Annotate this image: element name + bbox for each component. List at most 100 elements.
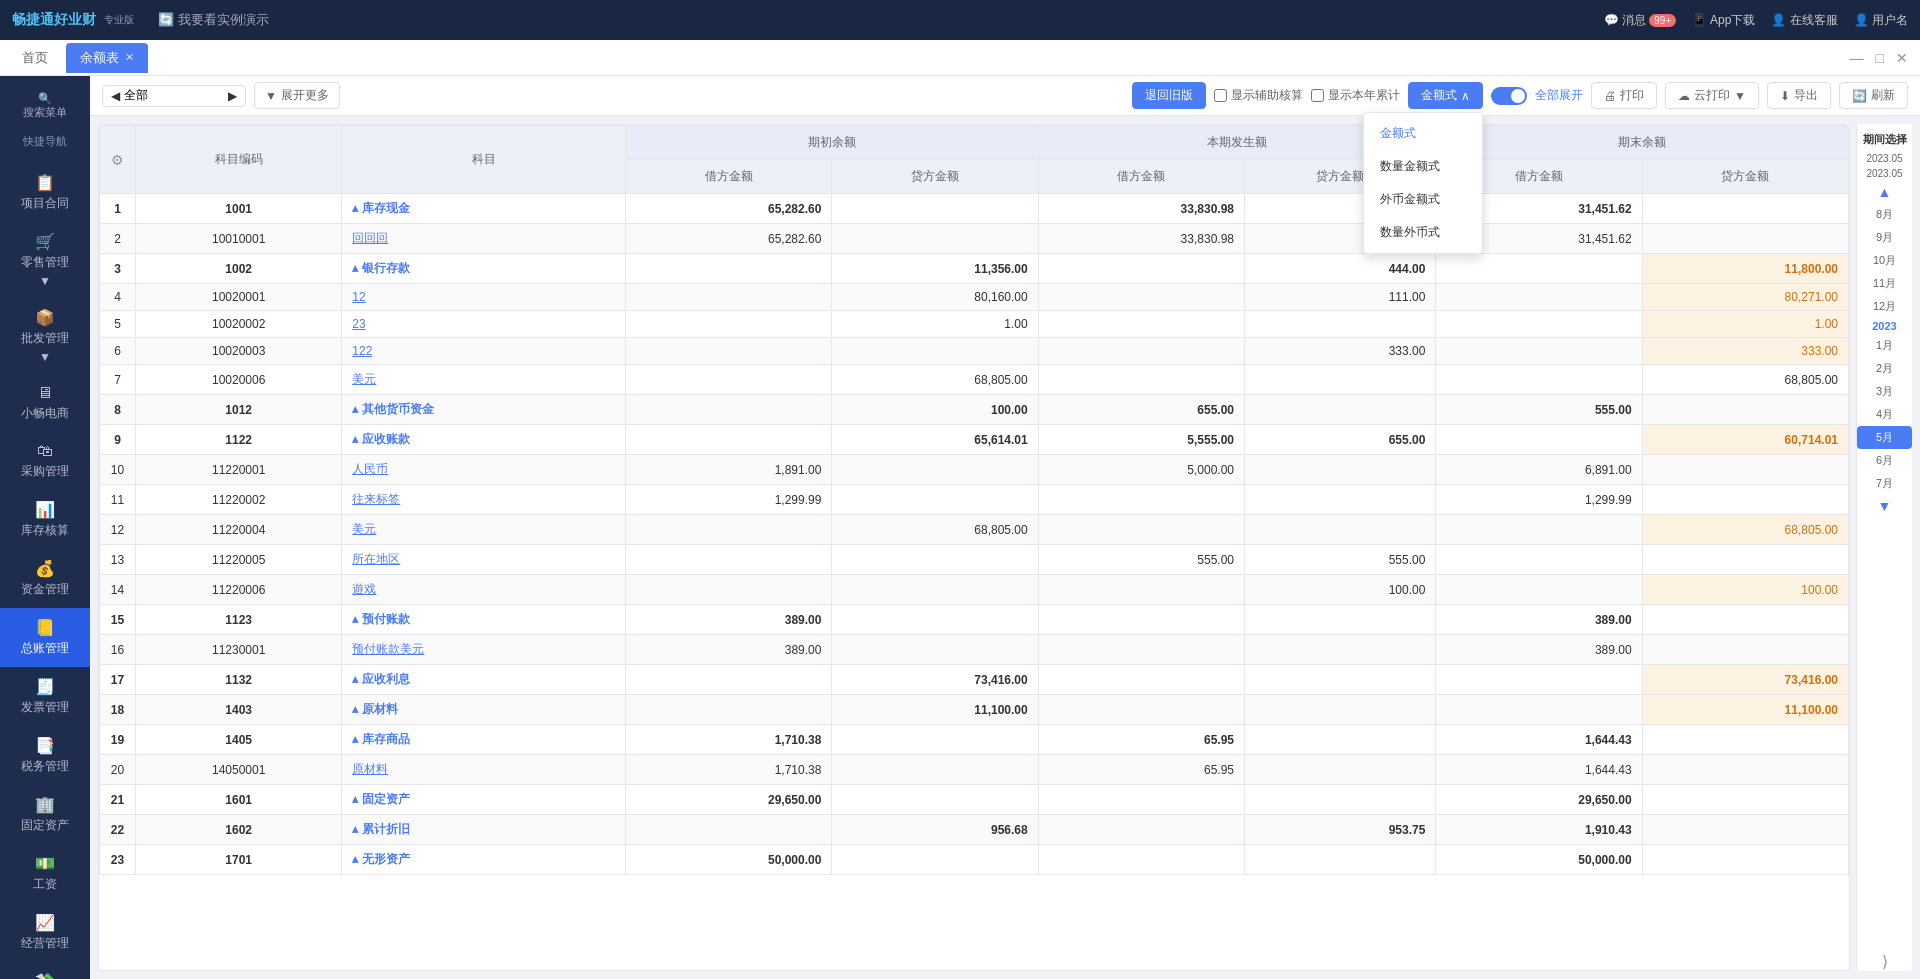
sidebar-item-ledger[interactable]: 📒总账管理 bbox=[0, 608, 90, 667]
period-up-arrow[interactable]: ▲ bbox=[1875, 181, 1895, 203]
td-name[interactable]: 美元 bbox=[342, 365, 626, 395]
period-down-arrow[interactable]: ▼ bbox=[1875, 495, 1895, 517]
settings-icon[interactable]: ⚙ bbox=[111, 152, 124, 168]
td-row-num: 5 bbox=[100, 311, 136, 338]
online-service-btn[interactable]: 👤 在线客服 bbox=[1771, 12, 1837, 29]
window-maximize-icon[interactable]: □ bbox=[1872, 50, 1888, 66]
sidebar-item-project[interactable]: 📋项目合同 bbox=[0, 163, 90, 222]
demo-text[interactable]: 🔄 我要看实例演示 bbox=[158, 11, 269, 29]
td-value bbox=[1642, 725, 1848, 755]
month-1[interactable]: 1月 bbox=[1857, 334, 1912, 357]
sidebar-quick-nav[interactable]: 快捷导航 bbox=[0, 128, 90, 155]
td-value bbox=[832, 485, 1038, 515]
td-name[interactable]: 12 bbox=[342, 284, 626, 311]
window-close-icon[interactable]: ✕ bbox=[1892, 50, 1912, 66]
td-name[interactable]: 美元 bbox=[342, 515, 626, 545]
show-ytd-checkbox[interactable]: 显示本年累计 bbox=[1311, 87, 1400, 104]
td-value: 1,299.99 bbox=[1436, 485, 1642, 515]
sidebar-item-operations[interactable]: 📈经营管理 bbox=[0, 903, 90, 962]
td-value: 1,891.00 bbox=[626, 455, 832, 485]
back-version-btn[interactable]: 退回旧版 bbox=[1132, 82, 1206, 109]
sidebar-item-ecommerce[interactable]: 🖥小畅电商 bbox=[0, 374, 90, 432]
th-code: 科目编码 bbox=[136, 126, 342, 194]
tab-close-icon[interactable]: ✕ bbox=[125, 51, 134, 64]
amount-type-btn[interactable]: 金额式 ∧ bbox=[1408, 82, 1483, 109]
search-input[interactable] bbox=[124, 89, 224, 103]
amount-type-option-1[interactable]: 数量金额式 bbox=[1364, 150, 1482, 183]
td-value: 1,644.43 bbox=[1436, 725, 1642, 755]
amount-type-option-3[interactable]: 数量外币式 bbox=[1364, 216, 1482, 249]
expand-all-toggle[interactable] bbox=[1491, 87, 1527, 105]
month-8[interactable]: 8月 bbox=[1857, 203, 1912, 226]
sidebar-item-salary[interactable]: 💵工资 bbox=[0, 844, 90, 903]
month-11[interactable]: 11月 bbox=[1857, 272, 1912, 295]
month-4[interactable]: 4月 bbox=[1857, 403, 1912, 426]
td-name[interactable]: 所在地区 bbox=[342, 545, 626, 575]
td-value bbox=[1038, 785, 1244, 815]
td-name[interactable]: 回回回 bbox=[342, 224, 626, 254]
td-name: ▴ 银行存款 bbox=[342, 254, 626, 284]
messages-btn[interactable]: 💬 消息 99+ bbox=[1604, 12, 1677, 29]
month-7[interactable]: 7月 bbox=[1857, 472, 1912, 495]
show-auxiliary-checkbox[interactable]: 显示辅助核算 bbox=[1214, 87, 1303, 104]
period-year1: 2023.05 bbox=[1864, 151, 1904, 166]
search-forward-icon[interactable]: ▶ bbox=[228, 89, 237, 103]
tab-balance-sheet[interactable]: 余额表 ✕ bbox=[66, 43, 148, 73]
user-avatar[interactable]: 👤 用户名 bbox=[1854, 12, 1908, 29]
sidebar-item-invoice[interactable]: 🧾发票管理 bbox=[0, 667, 90, 726]
amount-type-option-0[interactable]: 金额式 bbox=[1364, 117, 1482, 150]
app-download-btn[interactable]: 📱 App下载 bbox=[1692, 12, 1755, 29]
sidebar-search[interactable]: 🔍搜索菜单 bbox=[0, 84, 90, 128]
amount-type-option-2[interactable]: 外币金额式 bbox=[1364, 183, 1482, 216]
export-btn[interactable]: ⬇ 导出 bbox=[1767, 82, 1831, 109]
td-name[interactable]: 122 bbox=[342, 338, 626, 365]
td-code: 1403 bbox=[136, 695, 342, 725]
td-code: 10020003 bbox=[136, 338, 342, 365]
td-value bbox=[1436, 311, 1642, 338]
month-3[interactable]: 3月 bbox=[1857, 380, 1912, 403]
td-value bbox=[832, 194, 1038, 224]
right-panel-collapse-icon[interactable]: ⟩ bbox=[1882, 952, 1888, 971]
td-value bbox=[1038, 635, 1244, 665]
td-value: 333.00 bbox=[1642, 338, 1848, 365]
tab-home[interactable]: 首页 bbox=[8, 43, 62, 73]
td-value bbox=[1642, 455, 1848, 485]
td-code: 11230001 bbox=[136, 635, 342, 665]
td-value bbox=[1245, 455, 1436, 485]
month-6[interactable]: 6月 bbox=[1857, 449, 1912, 472]
td-name[interactable]: 人民币 bbox=[342, 455, 626, 485]
sidebar-item-inventory[interactable]: 📊库存核算 bbox=[0, 490, 90, 549]
th-opening-debit: 借方金额 bbox=[626, 160, 832, 194]
window-minimize-icon[interactable]: — bbox=[1846, 50, 1868, 66]
sidebar-item-finance[interactable]: 💰资金管理 bbox=[0, 549, 90, 608]
td-code: 1012 bbox=[136, 395, 342, 425]
td-name[interactable]: 原材料 bbox=[342, 755, 626, 785]
td-name[interactable]: 往来标签 bbox=[342, 485, 626, 515]
month-9[interactable]: 9月 bbox=[1857, 226, 1912, 249]
month-10[interactable]: 10月 bbox=[1857, 249, 1912, 272]
month-2[interactable]: 2月 bbox=[1857, 357, 1912, 380]
td-name[interactable]: 预付账款美元 bbox=[342, 635, 626, 665]
cloud-print-btn[interactable]: ☁ 云打印 ▼ bbox=[1665, 82, 1759, 109]
sidebar-item-purchase[interactable]: 🛍采购管理 bbox=[0, 432, 90, 490]
expand-more-btn[interactable]: ▼ 展开更多 bbox=[254, 82, 340, 109]
td-row-num: 18 bbox=[100, 695, 136, 725]
month-12[interactable]: 12月 bbox=[1857, 295, 1912, 318]
sidebar-item-wholesale[interactable]: 📦批发管理 ▼ bbox=[0, 298, 90, 374]
sidebar-item-retail[interactable]: 🛒零售管理 ▼ bbox=[0, 222, 90, 298]
td-code: 10020002 bbox=[136, 311, 342, 338]
td-row-num: 11 bbox=[100, 485, 136, 515]
sidebar-item-fixed-assets[interactable]: 🏢固定资产 bbox=[0, 785, 90, 844]
print-btn[interactable]: 🖨 打印 bbox=[1591, 82, 1657, 109]
td-value: 68,805.00 bbox=[1642, 365, 1848, 395]
td-name[interactable]: 遊戏 bbox=[342, 575, 626, 605]
refresh-btn[interactable]: 🔄 刷新 bbox=[1839, 82, 1908, 109]
td-value bbox=[626, 425, 832, 455]
month-5[interactable]: 5月 bbox=[1857, 426, 1912, 449]
td-value bbox=[1436, 254, 1642, 284]
td-name[interactable]: 23 bbox=[342, 311, 626, 338]
sidebar-item-expense[interactable]: 💸小畅报销 bbox=[0, 962, 90, 979]
search-box[interactable]: ◀ ▶ bbox=[102, 85, 246, 107]
td-name: ▴ 预付账款 bbox=[342, 605, 626, 635]
sidebar-item-tax[interactable]: 📑税务管理 bbox=[0, 726, 90, 785]
